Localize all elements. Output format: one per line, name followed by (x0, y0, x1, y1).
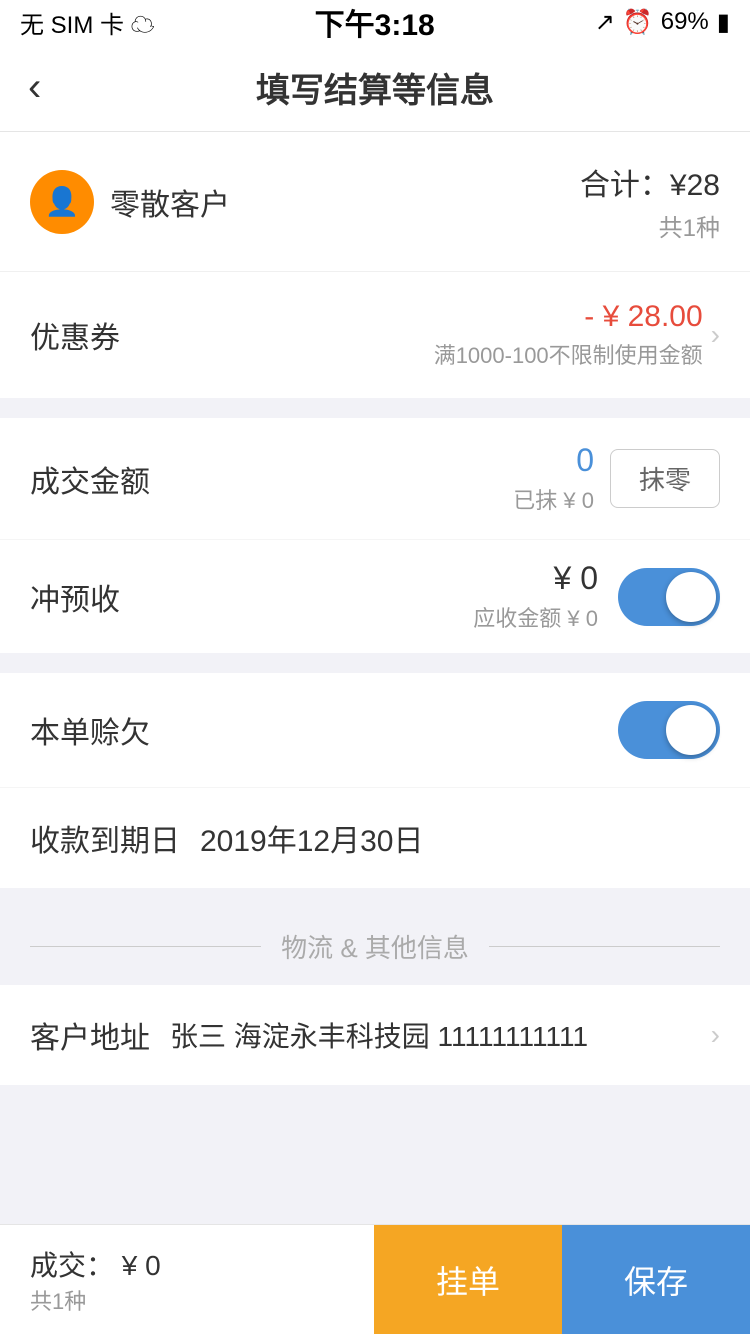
bottom-deal-amount: 成交： ¥ 0 (30, 1244, 344, 1284)
due-date-value[interactable]: 2019年12月30日 (200, 816, 423, 860)
bottom-count: 共1种 (30, 1284, 344, 1316)
avatar: 👤 (30, 170, 94, 234)
deal-value[interactable]: 0 (513, 442, 594, 479)
customer-name: 零散客户 (110, 180, 230, 224)
advance-values: ¥ 0 应收金额 ¥ 0 (473, 560, 598, 633)
debt-toggle[interactable] (618, 701, 720, 759)
address-row[interactable]: 客户地址 张三 海淀永丰科技园 11111111111 › (0, 985, 750, 1085)
due-date-label: 收款到期日 (30, 816, 180, 860)
status-left: 无 SIM 卡 ☁ (20, 5, 155, 40)
nav-bar: ‹ 填写结算等信息 (0, 44, 750, 132)
chevron-right-icon: › (711, 319, 720, 351)
divider-3 (0, 888, 750, 908)
status-time: 下午3:18 (315, 0, 435, 44)
bottom-info: 成交： ¥ 0 共1种 (0, 1225, 374, 1334)
customer-section: 👤 零散客户 合计：¥28 共1种 优惠券 - ¥ 28.00 满1000-10… (0, 132, 750, 398)
hang-order-button[interactable]: 挂单 (374, 1225, 562, 1334)
deal-section: 成交金额 0 已抹 ¥ 0 抹零 冲预收 ¥ 0 应收金额 ¥ 0 (0, 418, 750, 653)
round-zero-button[interactable]: 抹零 (610, 449, 720, 508)
coupon-row[interactable]: 优惠券 - ¥ 28.00 满1000-100不限制使用金额 › (0, 271, 750, 398)
coupon-amount: - ¥ 28.00 (434, 300, 703, 334)
deal-sub: 已抹 ¥ 0 (513, 483, 594, 515)
logistics-title: 物流 & 其他信息 (281, 928, 469, 965)
advance-row: 冲预收 ¥ 0 应收金额 ¥ 0 (0, 540, 750, 653)
battery-icon: ↗ (595, 8, 615, 37)
debt-label: 本单赊欠 (30, 708, 150, 752)
customer-row: 👤 零散客户 合计：¥28 共1种 (0, 132, 750, 271)
status-bar: 无 SIM 卡 ☁ 下午3:18 ↗ ⏰ 69% ▮ (0, 0, 750, 44)
address-section: 客户地址 张三 海淀永丰科技园 11111111111 › (0, 985, 750, 1085)
avatar-icon: 👤 (45, 185, 80, 218)
advance-sub: 应收金额 ¥ 0 (473, 601, 598, 633)
sim-status: 无 SIM 卡 ☁ (20, 5, 155, 40)
save-button[interactable]: 保存 (562, 1225, 750, 1334)
battery-level: 69% (661, 8, 709, 36)
coupon-label: 优惠券 (30, 313, 120, 357)
advance-label: 冲预收 (30, 575, 120, 619)
title-line-left (30, 946, 261, 947)
coupon-info: - ¥ 28.00 满1000-100不限制使用金额 (434, 300, 703, 370)
total-count: 共1种 (580, 208, 720, 243)
bottom-deal-value: ¥ 0 (122, 1250, 161, 1281)
address-label: 客户地址 (30, 1013, 150, 1057)
status-right: ↗ ⏰ 69% ▮ (595, 8, 730, 37)
deal-right: 0 已抹 ¥ 0 抹零 (513, 442, 720, 515)
customer-right: 合计：¥28 共1种 (580, 160, 720, 243)
bottom-spacer (0, 1085, 750, 1205)
total-amount: 合计：¥28 (580, 160, 720, 204)
address-value: 张三 海淀永丰科技园 11111111111 (170, 1015, 711, 1055)
coupon-desc: 满1000-100不限制使用金额 (434, 338, 703, 370)
battery-bar: ▮ (717, 8, 730, 37)
deal-label: 成交金额 (30, 457, 150, 501)
deal-row: 成交金额 0 已抹 ¥ 0 抹零 (0, 418, 750, 540)
debt-section: 本单赊欠 收款到期日 2019年12月30日 (0, 673, 750, 888)
title-line-right (489, 946, 720, 947)
alarm-icon: ⏰ (623, 8, 653, 37)
bottom-bar: 成交： ¥ 0 共1种 挂单 保存 (0, 1224, 750, 1334)
divider-2 (0, 653, 750, 673)
logistics-section-header: 物流 & 其他信息 (0, 908, 750, 985)
debt-row: 本单赊欠 (0, 673, 750, 787)
back-button[interactable]: ‹ (28, 65, 41, 110)
divider-1 (0, 398, 750, 418)
page-title: 填写结算等信息 (256, 63, 494, 112)
bottom-deal-label: 成交： (30, 1250, 114, 1281)
customer-left: 👤 零散客户 (30, 170, 230, 234)
address-chevron-icon: › (711, 1019, 720, 1051)
advance-toggle[interactable] (618, 568, 720, 626)
due-date-row: 收款到期日 2019年12月30日 (0, 787, 750, 888)
advance-amount: ¥ 0 (473, 560, 598, 597)
advance-right: ¥ 0 应收金额 ¥ 0 (473, 560, 720, 633)
coupon-right: - ¥ 28.00 满1000-100不限制使用金额 › (434, 300, 720, 370)
